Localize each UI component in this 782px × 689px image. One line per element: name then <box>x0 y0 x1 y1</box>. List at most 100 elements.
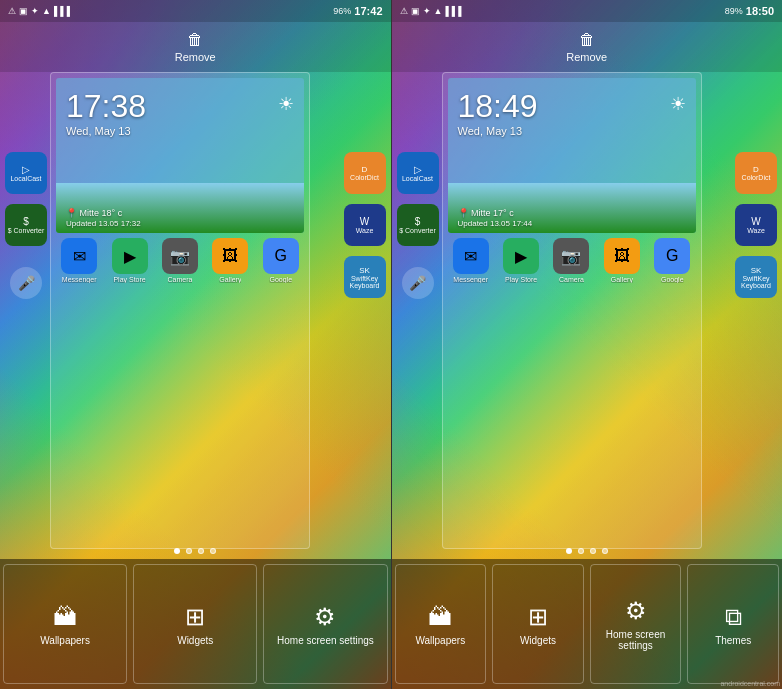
list-item[interactable]: 📷 Camera <box>156 238 204 283</box>
home-screen-settings-button-2[interactable]: ⚙ Home screen settings <box>590 564 682 684</box>
app-label: LocalCast <box>402 175 433 182</box>
wallpaper-icon: 🏔 <box>53 603 77 631</box>
app-label: $ Converter <box>8 227 45 234</box>
themes-label-2: Themes <box>715 635 751 646</box>
screen-area-2: 🎤 ▷ LocalCast $ $ Converter 18:49 Wed, M… <box>392 72 783 559</box>
messenger-icon-2: ✉ <box>453 238 489 274</box>
wifi-icon-2: ▲ <box>434 6 443 16</box>
widget-date-1: Wed, May 13 <box>56 125 304 137</box>
clock-widget-2: 18:49 Wed, May 13 ☀ 📍 Mitte 17° c Update… <box>448 78 696 233</box>
waze-icon-2: W <box>751 216 760 227</box>
list-item[interactable]: D ColorDict <box>344 152 386 194</box>
app-label: Google <box>661 276 684 283</box>
widget-date-2: Wed, May 13 <box>448 125 696 137</box>
dot <box>210 548 216 554</box>
location-pin-icon: 📍 <box>66 208 77 218</box>
signal-icon-1: ▌▌▌ <box>54 6 73 16</box>
list-item[interactable]: ▷ LocalCast <box>397 152 439 194</box>
camera-icon-2: 📷 <box>553 238 589 274</box>
converter-icon-2: $ <box>415 216 421 227</box>
widget-time-1: 17:38 <box>56 78 304 125</box>
page-dots-1 <box>0 548 391 554</box>
playstore-icon: ▶ <box>112 238 148 274</box>
mic-button-2[interactable]: 🎤 <box>402 267 434 299</box>
status-left-2: ⚠ ▣ ✦ ▲ ▌▌▌ <box>400 6 465 16</box>
app-label: Waze <box>747 227 765 234</box>
list-item[interactable]: G Google <box>257 238 305 283</box>
list-item[interactable]: G Google <box>648 238 696 283</box>
app-label: ColorDict <box>742 174 771 181</box>
list-item[interactable]: ▶ Play Store <box>497 238 545 283</box>
wallpapers-button-1[interactable]: 🏔 Wallpapers <box>3 564 127 684</box>
app-label: ColorDict <box>350 174 379 181</box>
screen-area-1: 🎤 ▷ LocalCast $ $ Converter 17:38 Wed, M… <box>0 72 391 559</box>
notification-icon-2: ▣ <box>411 6 420 16</box>
app-label: LocalCast <box>10 175 41 182</box>
location-pin-icon-2: 📍 <box>458 208 469 218</box>
remove-area-2[interactable]: 🗑 Remove <box>392 22 783 72</box>
app-label: Camera <box>559 276 584 283</box>
app-label: Gallery <box>219 276 241 283</box>
bluetooth-icon-1: ✦ <box>31 6 39 16</box>
themes-button-2[interactable]: ⧉ Themes <box>687 564 779 684</box>
messenger-icon: ✉ <box>61 238 97 274</box>
widgets-icon: ⊞ <box>185 603 205 631</box>
signal-icon-2: ▌▌▌ <box>445 6 464 16</box>
camera-icon: 📷 <box>162 238 198 274</box>
phone-panel-2: ⚠ ▣ ✦ ▲ ▌▌▌ 89% 18:50 🗑 Remove 🎤 ▷ Local… <box>392 0 783 689</box>
widgets-label-2: Widgets <box>520 635 556 646</box>
status-bar-2: ⚠ ▣ ✦ ▲ ▌▌▌ 89% 18:50 <box>392 0 783 22</box>
bottom-options-1: 🏔 Wallpapers ⊞ Widgets ⚙ Home screen set… <box>0 559 391 689</box>
list-item[interactable]: $ $ Converter <box>397 204 439 246</box>
list-item[interactable]: 📷 Camera <box>547 238 595 283</box>
clock-widget-1: 17:38 Wed, May 13 ☀ 📍 Mitte 18° c Update… <box>56 78 304 233</box>
trash-icon-2: 🗑 <box>579 31 595 49</box>
side-apps-right-2: D ColorDict W Waze SK SwiftKey Keyboard <box>735 152 777 298</box>
remove-area-1[interactable]: 🗑 Remove <box>0 22 391 72</box>
list-item[interactable]: W Waze <box>344 204 386 246</box>
list-item[interactable]: ✉ Messenger <box>447 238 495 283</box>
home-screen-settings-button-1[interactable]: ⚙ Home screen settings <box>263 564 387 684</box>
converter-icon: $ <box>23 216 29 227</box>
google-icon: G <box>263 238 299 274</box>
list-item[interactable]: D ColorDict <box>735 152 777 194</box>
mic-button-1[interactable]: 🎤 <box>10 267 42 299</box>
remove-label-1: Remove <box>175 51 216 63</box>
widget-weather-1: 📍 Mitte 18° c Updated 13.05 17:32 <box>66 208 141 228</box>
wallpapers-button-2[interactable]: 🏔 Wallpapers <box>395 564 487 684</box>
list-item[interactable]: 🖼 Gallery <box>206 238 254 283</box>
themes-icon-2: ⧉ <box>725 603 742 631</box>
settings-icon: ⚙ <box>314 603 336 631</box>
app-label: Camera <box>168 276 193 283</box>
bottom-options-2: 🏔 Wallpapers ⊞ Widgets ⚙ Home screen set… <box>392 559 783 689</box>
localcast-icon: ▷ <box>22 164 30 175</box>
battery-2: 89% <box>725 6 743 16</box>
app-label: Messenger <box>453 276 488 283</box>
bottom-bar-1: 🏔 Wallpapers ⊞ Widgets ⚙ Home screen set… <box>0 559 391 689</box>
app-label: SwiftKey Keyboard <box>344 275 386 289</box>
settings-icon-2: ⚙ <box>625 597 647 625</box>
side-apps-right-1: D ColorDict W Waze SK SwiftKey Keyboard <box>344 152 386 298</box>
list-item[interactable]: ▶ Play Store <box>106 238 154 283</box>
list-item[interactable]: ▷ LocalCast <box>5 152 47 194</box>
swiftkey-icon: SK <box>359 266 370 275</box>
dot-active <box>174 548 180 554</box>
list-item[interactable]: SK SwiftKey Keyboard <box>344 256 386 298</box>
list-item[interactable]: 🖼 Gallery <box>598 238 646 283</box>
widgets-button-1[interactable]: ⊞ Widgets <box>133 564 257 684</box>
phone-panel-1: ⚠ ▣ ✦ ▲ ▌▌▌ 96% 17:42 🗑 Remove 🎤 ▷ Local… <box>0 0 391 689</box>
app-label: Messenger <box>62 276 97 283</box>
list-item[interactable]: W Waze <box>735 204 777 246</box>
localcast-icon-2: ▷ <box>414 164 422 175</box>
warning-icon-1: ⚠ <box>8 6 16 16</box>
dot-active-2 <box>566 548 572 554</box>
widgets-icon-2: ⊞ <box>528 603 548 631</box>
list-item[interactable]: SK SwiftKey Keyboard <box>735 256 777 298</box>
sun-icon-1: ☀ <box>278 93 294 115</box>
widgets-button-2[interactable]: ⊞ Widgets <box>492 564 584 684</box>
list-item[interactable]: $ $ Converter <box>5 204 47 246</box>
gallery-icon: 🖼 <box>212 238 248 274</box>
waze-icon: W <box>360 216 369 227</box>
clock-1: 17:42 <box>354 5 382 17</box>
list-item[interactable]: ✉ Messenger <box>55 238 103 283</box>
